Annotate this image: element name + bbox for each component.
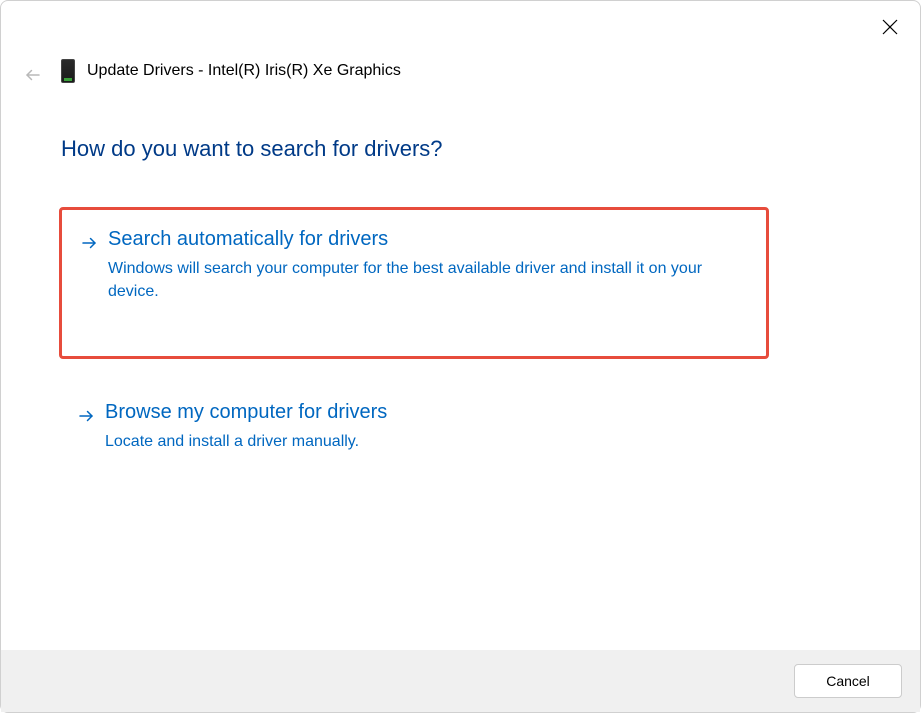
option-body: Browse my computer for drivers Locate an… [105, 401, 751, 453]
option-body: Search automatically for drivers Windows… [108, 228, 748, 332]
back-button [19, 61, 47, 89]
option-browse-computer[interactable]: Browse my computer for drivers Locate an… [59, 383, 769, 477]
option-title: Browse my computer for drivers [105, 401, 751, 424]
window-title: Update Drivers - Intel(R) Iris(R) Xe Gra… [87, 62, 401, 80]
option-description: Windows will search your computer for th… [108, 257, 748, 303]
option-description: Locate and install a driver manually. [105, 430, 751, 453]
dialog-footer: Cancel [1, 650, 920, 712]
device-icon [61, 59, 75, 83]
close-button[interactable] [874, 11, 906, 43]
page-heading: How do you want to search for drivers? [61, 136, 443, 162]
title-bar: Update Drivers - Intel(R) Iris(R) Xe Gra… [61, 59, 401, 83]
arrow-right-icon [77, 407, 95, 453]
back-arrow-icon [24, 66, 42, 84]
cancel-button[interactable]: Cancel [794, 664, 902, 698]
option-search-automatically[interactable]: Search automatically for drivers Windows… [59, 207, 769, 359]
arrow-right-icon [80, 234, 98, 332]
option-title: Search automatically for drivers [108, 228, 748, 251]
close-icon [882, 19, 898, 35]
